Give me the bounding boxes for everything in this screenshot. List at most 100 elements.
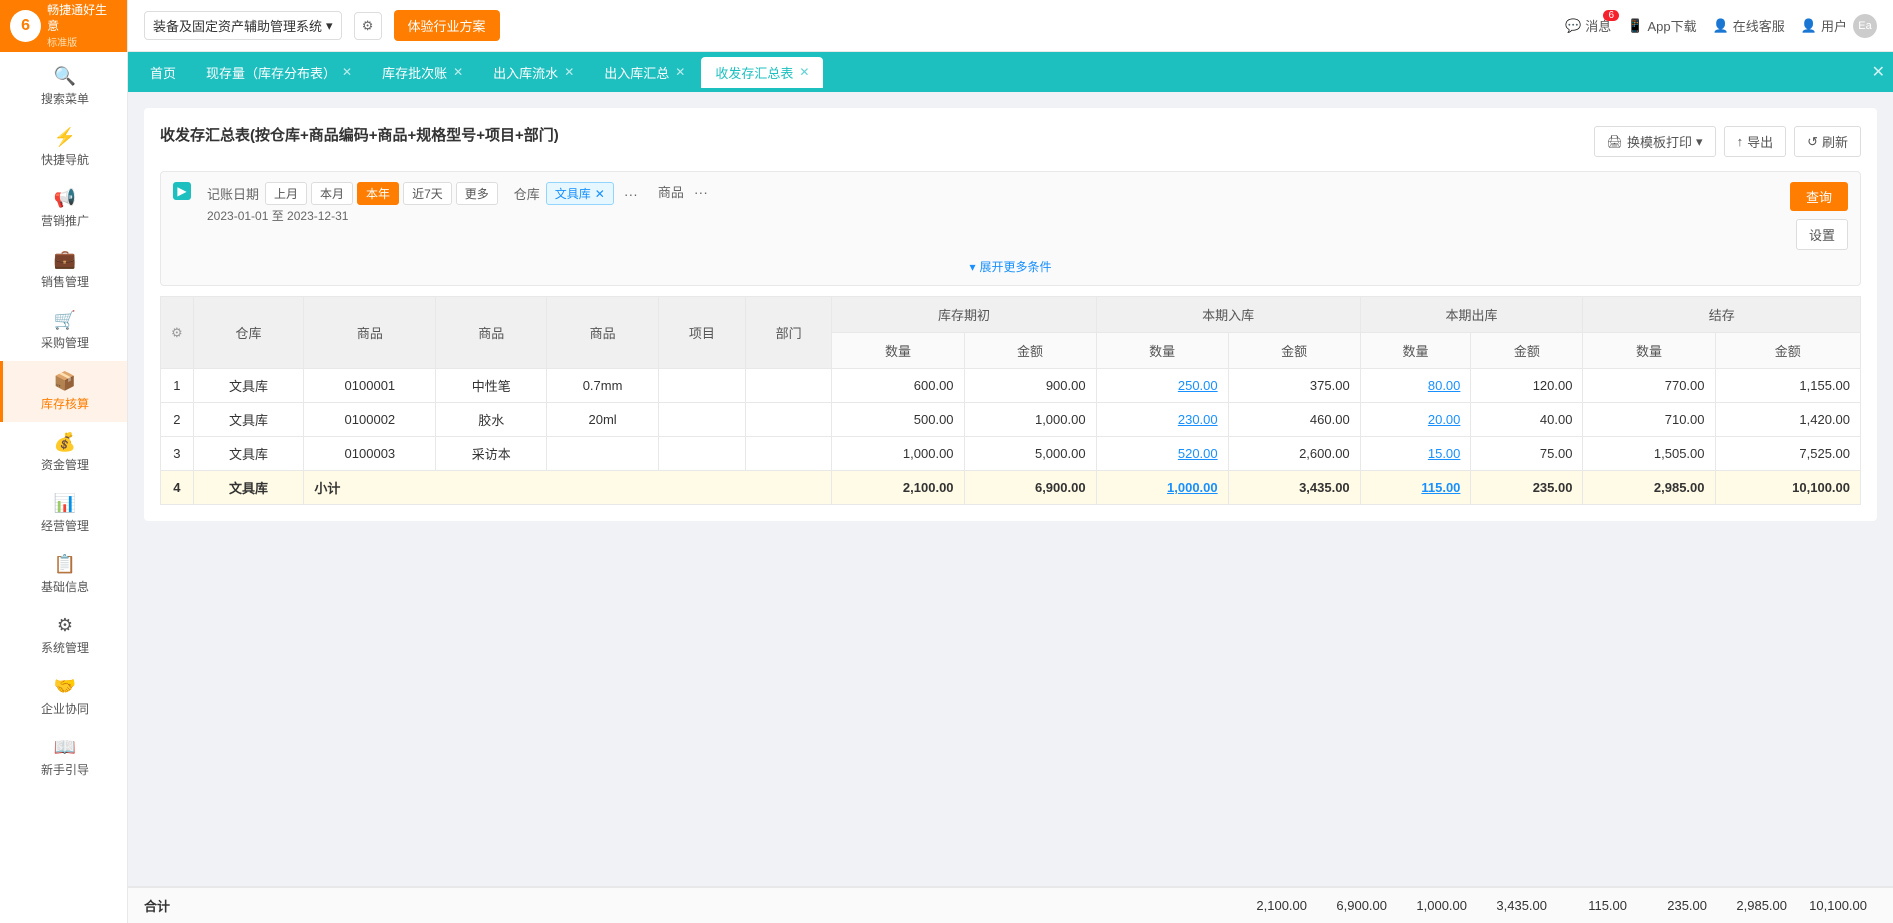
sidebar-item-11[interactable]: 📖新手引导	[0, 727, 127, 788]
sidebar-item-0[interactable]: 🔍搜索菜单	[0, 56, 127, 117]
sidebar-label-8: 基础信息	[41, 578, 89, 595]
th-balance-amt: 金额	[1715, 333, 1861, 369]
cell-project	[659, 369, 746, 403]
bottom-total-bar: 合计 2,100.00 6,900.00 1,000.00 3,435.00 1…	[128, 886, 1893, 923]
cell-balance-amt: 7,525.00	[1715, 437, 1861, 471]
user-button[interactable]: 👤 用户 Ea	[1801, 14, 1877, 38]
sidebar-label-9: 系统管理	[41, 639, 89, 656]
cell-warehouse: 文具库	[193, 369, 304, 403]
date-btn-本月[interactable]: 本月	[311, 182, 353, 205]
cell-project	[659, 437, 746, 471]
messages-button[interactable]: 💬 消息 6	[1565, 16, 1611, 35]
tab-4[interactable]: 出入库汇总 ✕	[590, 57, 699, 88]
subtotal-out-qty[interactable]: 115.00	[1360, 471, 1471, 505]
tab-label-4: 出入库汇总	[604, 63, 669, 82]
cell-goods-name: 采访本	[436, 437, 547, 471]
sidebar-item-1[interactable]: ⚡快捷导航	[0, 117, 127, 178]
cell-department	[745, 369, 832, 403]
cell-in-qty[interactable]: 230.00	[1096, 403, 1228, 437]
sidebar-icon-6: 💰	[54, 432, 76, 453]
tab-close-3[interactable]: ✕	[564, 65, 574, 79]
tab-3[interactable]: 出入库流水 ✕	[479, 57, 588, 88]
main-area: 装备及固定资产辅助管理系统 ▾ ⚙ 体验行业方案 💬 消息 6 📱 App下载 …	[128, 0, 1893, 923]
warehouse-tag: 文具库 ✕	[546, 182, 614, 205]
sidebar-item-3[interactable]: 💼销售管理	[0, 239, 127, 300]
sidebar-item-7[interactable]: 📊经营管理	[0, 483, 127, 544]
cell-no: 3	[161, 437, 194, 471]
subtotal-out-amt: 235.00	[1471, 471, 1583, 505]
goods-more[interactable]: ···	[690, 184, 712, 200]
sidebar-icon-5: 📦	[54, 371, 76, 392]
refresh-button[interactable]: ↺ 刷新	[1794, 126, 1861, 157]
tab-bar-close-all[interactable]: ✕	[1872, 62, 1885, 82]
sidebar-item-8[interactable]: 📋基础信息	[0, 544, 127, 605]
cell-out-amt: 120.00	[1471, 369, 1583, 403]
print-button[interactable]: 🖨 换模板打印 ▾	[1594, 126, 1716, 157]
app-download-button[interactable]: 📱 App下载	[1627, 16, 1696, 35]
sidebar-item-10[interactable]: 🤝企业协同	[0, 666, 127, 727]
tab-close-5[interactable]: ✕	[799, 65, 809, 79]
cell-opening-qty: 500.00	[832, 403, 964, 437]
sidebar-logo: 6 畅捷通好生意 标准版	[0, 0, 127, 52]
tab-close-2[interactable]: ✕	[453, 65, 463, 79]
query-button[interactable]: 查询	[1790, 182, 1848, 211]
th-out-qty: 数量	[1360, 333, 1471, 369]
sidebar: 6 畅捷通好生意 标准版 🔍搜索菜单⚡快捷导航📢营销推广💼销售管理🛒采购管理 📦 库…	[0, 0, 128, 923]
sidebar-item-5[interactable]: 📦 库存核算	[0, 361, 127, 422]
experience-button[interactable]: 体验行业方案	[394, 10, 500, 41]
subtotal-balance-qty: 2,985.00	[1583, 471, 1715, 505]
phone-icon: 📱	[1627, 18, 1643, 34]
tab-close-1[interactable]: ✕	[342, 65, 352, 79]
tab-close-4[interactable]: ✕	[675, 65, 685, 79]
tab-1[interactable]: 现存量（库存分布表）✕	[192, 57, 366, 88]
th-department: 部门	[745, 297, 832, 369]
cell-out-qty[interactable]: 80.00	[1360, 369, 1471, 403]
warehouse-tag-close[interactable]: ✕	[595, 187, 605, 201]
tab-5[interactable]: 收发存汇总表✕	[701, 57, 823, 88]
cell-opening-amt: 900.00	[964, 369, 1096, 403]
warehouse-more[interactable]: ···	[620, 186, 642, 202]
filter-toggle[interactable]: ▶	[173, 182, 191, 200]
th-out-amt: 金额	[1471, 333, 1583, 369]
expand-more-button[interactable]: ▾ 展开更多条件	[969, 258, 1051, 275]
cell-balance-amt: 1,420.00	[1715, 403, 1861, 437]
cell-out-qty[interactable]: 20.00	[1360, 403, 1471, 437]
tab-label-3: 出入库流水	[493, 63, 558, 82]
sidebar-item-2[interactable]: 📢营销推广	[0, 178, 127, 239]
sidebar-icon-3: 💼	[54, 249, 76, 270]
total-balance-amt: 10,100.00	[1797, 898, 1877, 913]
tab-2[interactable]: 库存批次账 ✕	[368, 57, 477, 88]
date-btn-上月[interactable]: 上月	[265, 182, 307, 205]
settings-button[interactable]: ⚙	[354, 12, 382, 40]
cell-department	[745, 437, 832, 471]
sidebar-label-0: 搜索菜单	[41, 90, 89, 107]
sidebar-item-4[interactable]: 🛒采购管理	[0, 300, 127, 361]
cell-goods-code: 0100003	[304, 437, 436, 471]
subtotal-opening-qty: 2,100.00	[832, 471, 964, 505]
cell-out-qty[interactable]: 15.00	[1360, 437, 1471, 471]
online-service-button[interactable]: 👤 在线客服	[1713, 16, 1785, 35]
cell-in-qty[interactable]: 250.00	[1096, 369, 1228, 403]
subtotal-in-qty[interactable]: 1,000.00	[1096, 471, 1228, 505]
sidebar-label-5: 库存核算	[41, 395, 89, 412]
col-settings-icon[interactable]: ⚙	[171, 325, 183, 340]
cell-department	[745, 403, 832, 437]
refresh-icon: ↺	[1807, 134, 1818, 150]
date-btn-本年[interactable]: 本年	[357, 182, 399, 205]
cell-in-qty[interactable]: 520.00	[1096, 437, 1228, 471]
sidebar-label-11: 新手引导	[41, 761, 89, 778]
col-settings-header[interactable]: ⚙	[161, 297, 194, 369]
tab-0[interactable]: 首页	[136, 57, 190, 88]
th-goods-spec: 商品	[547, 297, 659, 369]
th-balance-group: 结存	[1583, 297, 1861, 333]
cell-goods-spec: 0.7mm	[547, 369, 659, 403]
date-btn-近7天[interactable]: 近7天	[403, 182, 452, 205]
date-btn-更多[interactable]: 更多	[456, 182, 498, 205]
cell-goods-name: 中性笔	[436, 369, 547, 403]
sidebar-item-6[interactable]: 💰资金管理	[0, 422, 127, 483]
system-dropdown[interactable]: 装备及固定资产辅助管理系统 ▾	[144, 11, 342, 40]
tab-label-2: 库存批次账	[382, 63, 447, 82]
filter-settings-button[interactable]: 设置	[1796, 219, 1848, 250]
sidebar-item-9[interactable]: ⚙系统管理	[0, 605, 127, 666]
export-button[interactable]: ↑ 导出	[1724, 126, 1787, 157]
